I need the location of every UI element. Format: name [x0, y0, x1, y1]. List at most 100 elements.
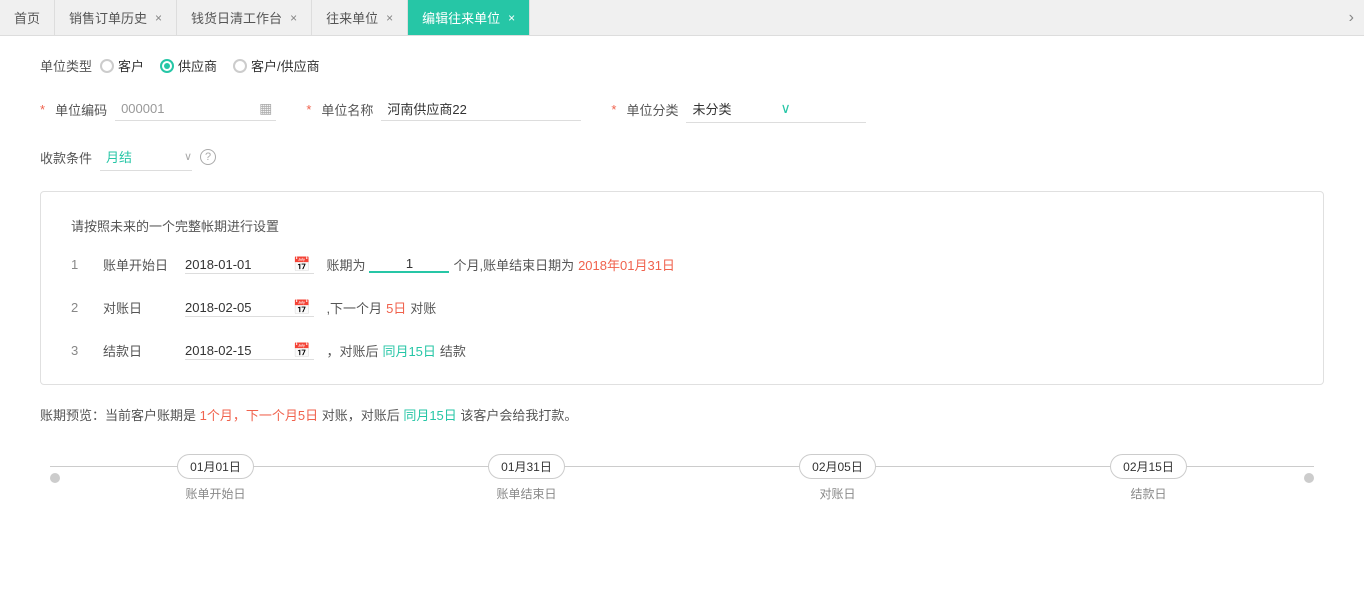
tab-sales-history[interactable]: 销售订单历史 × [55, 0, 177, 35]
row-1-end-date: 2018年01月31日 [578, 255, 675, 274]
row-3-date-field[interactable] [185, 343, 285, 358]
row-1-num: 1 [71, 257, 91, 272]
row-2-label: 对账日 [103, 298, 173, 317]
unit-category-select[interactable]: 未分类 ∨ [686, 95, 866, 123]
main-content: 单位类型 客户 供应商 客户/供应商 * 单位编码 [0, 36, 1364, 608]
preview-label: 账期预览：当前客户账期是 [40, 408, 200, 423]
timeline-point-1: 01月01日 账单开始日 [177, 454, 254, 502]
unit-category-label: 单位分类 [626, 100, 678, 119]
tab-cashflow-label: 钱货日清工作台 [191, 8, 282, 27]
row-1-date-input: 📅 [185, 256, 314, 274]
timeline-end-dot [1304, 473, 1314, 483]
unit-category-star: * [611, 102, 616, 117]
tab-sales-history-label: 销售订单历史 [69, 8, 147, 27]
timeline-bubble-3: 02月05日 [799, 454, 876, 479]
unit-code-input[interactable] [115, 97, 255, 120]
row-1-date-field[interactable] [185, 257, 285, 272]
row-1-month-label: 个月,账单结束日期为 [453, 255, 574, 274]
unit-code-star: * [40, 102, 45, 117]
preview-section: 账期预览：当前客户账期是 1个月，下一个月5日 对账，对账后 同月15日 该客户… [40, 405, 1324, 424]
row-2-prefix: ,下一个月 [326, 298, 382, 317]
payment-terms-group: 收款条件 月结 ∨ ? [40, 143, 216, 171]
row-2-num: 2 [71, 300, 91, 315]
unit-type-label: 单位类型 [40, 56, 92, 75]
timeline-point-3: 02月05日 对账日 [799, 454, 876, 502]
close-sales-history-icon[interactable]: × [155, 11, 162, 25]
row-3-prefix: ，对账后 [326, 341, 378, 360]
panel-row-2: 2 对账日 📅 ,下一个月5日 对账 [71, 298, 1293, 317]
radio-customer-circle [100, 59, 114, 73]
timeline-label-2: 账单结束日 [496, 485, 556, 502]
timeline-point-4: 02月15日 结款日 [1110, 454, 1187, 502]
panel-row-1: 1 账单开始日 📅 账期为 个月,账单结束日期为 2018年01月31日 [71, 255, 1293, 274]
payment-terms-arrow-icon: ∨ [184, 150, 192, 163]
timeline-bubble-4: 02月15日 [1110, 454, 1187, 479]
radio-both-circle [233, 59, 247, 73]
tab-expand-button[interactable]: › [1339, 0, 1364, 35]
row-2-calendar-icon[interactable]: 📅 [289, 299, 314, 316]
unit-category-arrow-icon: ∨ [780, 100, 860, 117]
row-1-calendar-icon[interactable]: 📅 [289, 256, 314, 273]
radio-supplier-circle [160, 59, 174, 73]
payment-terms-row: 收款条件 月结 ∨ ? [40, 143, 1324, 171]
timeline-label-1: 账单开始日 [185, 485, 245, 502]
row-2-date-input: 📅 [185, 299, 314, 317]
unit-type-group: 单位类型 客户 供应商 客户/供应商 [40, 56, 320, 75]
timeline-label-4: 结款日 [1130, 485, 1166, 502]
row-3-date-input: 📅 [185, 342, 314, 360]
row-2-suffix: ,下一个月5日 对账 [326, 298, 436, 317]
row-2-text: 对账 [410, 298, 436, 317]
row-1-label: 账单开始日 [103, 255, 173, 274]
row-2-highlight: 5日 [386, 298, 406, 317]
tab-home[interactable]: 首页 [0, 0, 55, 35]
radio-both[interactable]: 客户/供应商 [233, 56, 320, 75]
tab-edit-partner-label: 编辑往来单位 [422, 8, 500, 27]
timeline-point-2: 01月31日 账单结束日 [488, 454, 565, 502]
timeline-bubble-2: 01月31日 [488, 454, 565, 479]
timeline-label-3: 对账日 [819, 485, 855, 502]
row-3-label: 结款日 [103, 341, 173, 360]
unit-name-group: * 单位名称 [306, 97, 581, 121]
preview-payment: 同月15日 [400, 408, 461, 423]
tab-partner[interactable]: 往来单位 × [312, 0, 408, 35]
help-icon[interactable]: ? [200, 149, 216, 165]
close-edit-partner-icon[interactable]: × [508, 11, 515, 25]
radio-customer[interactable]: 客户 [100, 56, 144, 75]
unit-code-group: * 单位编码 ▦ [40, 97, 276, 121]
radio-group: 客户 供应商 客户/供应商 [100, 56, 320, 75]
preview-mid: 对账，对账后 [318, 408, 400, 423]
payment-terms-value: 月结 [100, 143, 180, 170]
payment-terms-select[interactable]: 月结 ∨ [100, 143, 192, 171]
radio-supplier-label: 供应商 [178, 56, 217, 75]
row-3-highlight: 同月15日 [382, 341, 435, 360]
tab-partner-label: 往来单位 [326, 8, 378, 27]
panel-row-3: 3 结款日 📅 ，对账后 同月15日 结款 [71, 341, 1293, 360]
preview-period: 1个月， [200, 408, 246, 423]
payment-terms-label: 收款条件 [40, 148, 92, 167]
row-3-calendar-icon[interactable]: 📅 [289, 342, 314, 359]
radio-both-label: 客户/供应商 [251, 56, 320, 75]
radio-supplier[interactable]: 供应商 [160, 56, 217, 75]
preview-reconcile: 下一个月5日 [246, 408, 318, 423]
timeline-container: 01月01日 账单开始日 01月31日 账单结束日 02月05日 对账日 02月… [50, 454, 1314, 502]
radio-customer-label: 客户 [118, 56, 144, 75]
unit-info-row: * 单位编码 ▦ * 单位名称 * 单位分类 未分类 ∨ [40, 95, 1324, 123]
unit-name-input[interactable] [381, 97, 581, 121]
tab-edit-partner[interactable]: 编辑往来单位 × [408, 0, 530, 35]
timeline-bubble-1: 01月01日 [177, 454, 254, 479]
unit-name-label: 单位名称 [321, 100, 373, 119]
preview-suffix: 该客户会给我打款。 [460, 408, 577, 423]
tab-cashflow[interactable]: 钱货日清工作台 × [177, 0, 312, 35]
unit-code-icon[interactable]: ▦ [255, 100, 276, 117]
row-2-date-field[interactable] [185, 300, 285, 315]
close-partner-icon[interactable]: × [386, 11, 393, 25]
close-cashflow-icon[interactable]: × [290, 11, 297, 25]
row-3-num: 3 [71, 343, 91, 358]
unit-category-group: * 单位分类 未分类 ∨ [611, 95, 866, 123]
timeline-points: 01月01日 账单开始日 01月31日 账单结束日 02月05日 对账日 02月… [60, 454, 1304, 502]
unit-code-label: 单位编码 [55, 100, 107, 119]
tab-home-label: 首页 [14, 8, 40, 27]
timeline-start-dot [50, 473, 60, 483]
timeline: 01月01日 账单开始日 01月31日 账单结束日 02月05日 对账日 02月… [50, 454, 1314, 502]
row-1-period-input[interactable] [369, 256, 449, 273]
